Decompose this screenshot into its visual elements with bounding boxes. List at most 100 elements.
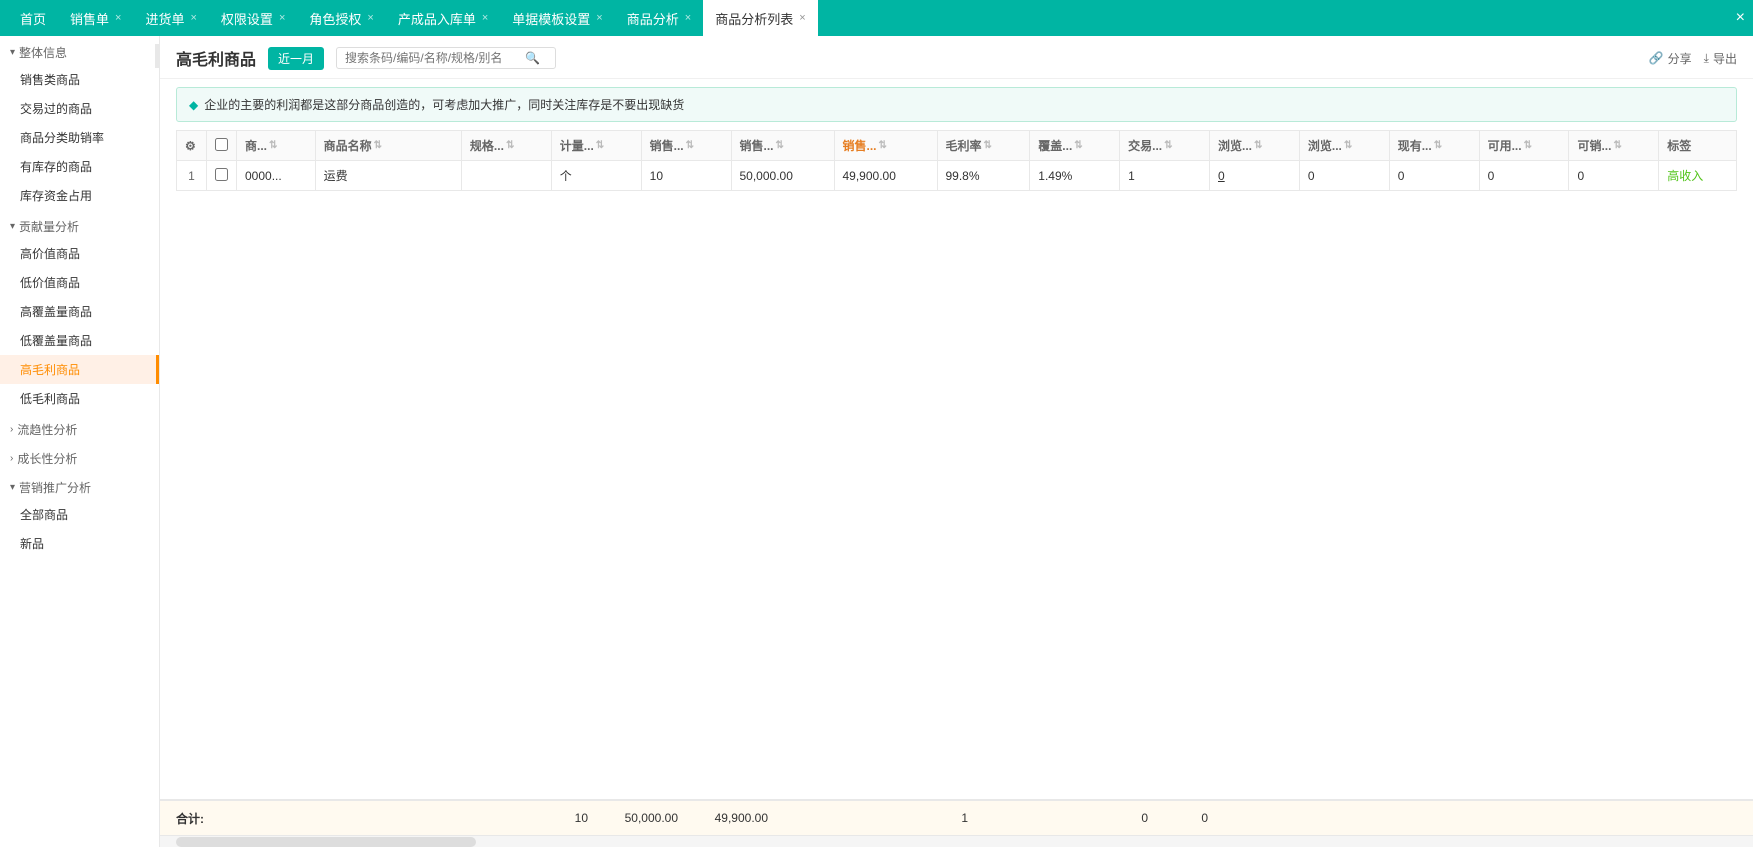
cell-code: 0000... [237,161,316,191]
sort-icon-sales-cost: ⇅ [879,140,887,151]
footer-total-row: 合计: 10 50,000.00 49,900.00 1 0 0 [160,799,1753,835]
sort-icon-spec: ⇅ [506,140,514,151]
settings-icon[interactable]: ⚙ [185,139,196,153]
sidebar-item-category-sales-rate[interactable]: 商品分类助销率 [0,123,159,152]
close-product-analysis[interactable]: × [685,12,691,24]
close-permission-settings[interactable]: × [279,12,285,24]
sidebar-item-new-goods[interactable]: 新品 [0,529,159,558]
sidebar-item-high-coverage[interactable]: 高覆盖量商品 [0,297,159,326]
nav-product-analysis-list[interactable]: 商品分析列表 × [703,0,817,36]
close-template-settings[interactable]: × [596,12,602,24]
footer-label: 合计: [176,810,256,827]
cell-transactions: 1 [1120,161,1210,191]
nav-role-auth[interactable]: 角色授权 × [297,0,385,36]
cell-coverage: 1.49% [1030,161,1120,191]
col-current-stock[interactable]: 现有... ⇅ [1389,131,1479,161]
col-settings[interactable]: ⚙ [177,131,207,161]
col-transactions[interactable]: 交易... ⇅ [1120,131,1210,161]
cell-available: 0 [1479,161,1569,191]
search-input[interactable] [345,51,525,65]
sidebar: « ▾ 整体信息 销售类商品 交易过的商品 商品分类助销率 有库存的商品 库存资… [0,36,160,847]
header-actions: 🔗 分享 ⤓ 导出 [1649,50,1737,67]
nav-template-settings[interactable]: 单据模板设置 × [500,0,614,36]
footer-views2 [1036,809,1096,827]
sidebar-item-low-coverage[interactable]: 低覆盖量商品 [0,326,159,355]
scrollbar-thumb[interactable] [176,837,476,847]
nav-permission-settings[interactable]: 权限设置 × [209,0,297,36]
sidebar-group-growth[interactable]: › 成长性分析 [0,442,159,471]
content-area: 高毛利商品 近一月 🔍 🔗 分享 ⤓ 导出 ◆ 企业的主要的利润都是这部分商品创… [160,36,1753,847]
close-role-auth[interactable]: × [367,12,373,24]
close-product-analysis-list[interactable]: × [799,12,805,24]
bottom-scrollbar[interactable] [160,835,1753,847]
col-checkbox[interactable] [207,131,237,161]
col-views2[interactable]: 浏览... ⇅ [1299,131,1389,161]
sort-icon-code: ⇅ [269,140,277,151]
sidebar-item-in-stock-goods[interactable]: 有库存的商品 [0,152,159,181]
search-icon[interactable]: 🔍 [525,51,540,65]
col-sales-qty[interactable]: 销售... ⇅ [641,131,731,161]
sidebar-group-trend[interactable]: › 流趋性分析 [0,413,159,442]
cell-tags: 高收入 [1659,161,1737,191]
sort-icon-transactions: ⇅ [1164,140,1172,151]
sidebar-toggle[interactable]: « [155,44,160,68]
col-spec[interactable]: 规格... ⇅ [461,131,551,161]
col-tags[interactable]: 标签 [1659,131,1737,161]
sidebar-item-low-margin[interactable]: 低毛利商品 [0,384,159,413]
cell-unit: 个 [551,161,641,191]
cell-sales-cost: 49,900.00 [834,161,937,191]
info-banner: ◆ 企业的主要的利润都是这部分商品创造的，可考虑加大推广，同时关注库存是不要出现… [176,87,1737,122]
close-product-inbound[interactable]: × [482,12,488,24]
sort-icon-gross-margin: ⇅ [984,140,992,151]
col-sales-amount[interactable]: 销售... ⇅ [731,131,834,161]
close-sales-order[interactable]: × [115,12,121,24]
cell-views1[interactable]: 0 [1210,161,1300,191]
col-sales-cost[interactable]: 销售... ⇅ [834,131,937,161]
col-views1[interactable]: 浏览... ⇅ [1210,131,1300,161]
col-sellable[interactable]: 可销... ⇅ [1569,131,1659,161]
page-title: 高毛利商品 [176,46,256,70]
col-unit[interactable]: 计量... ⇅ [551,131,641,161]
nav-home[interactable]: 首页 [8,0,58,36]
sort-icon-views1: ⇅ [1254,140,1262,151]
info-icon: ◆ [189,98,198,112]
top-navigation: 首页 销售单 × 进货单 × 权限设置 × 角色授权 × 产成品入库单 × 单据… [0,0,1753,36]
sort-icon-sales-amount: ⇅ [776,140,784,151]
close-purchase-order[interactable]: × [190,12,196,24]
export-button[interactable]: ⤓ 导出 [1704,50,1737,67]
select-all-checkbox[interactable] [215,138,228,151]
sidebar-item-high-margin[interactable]: 高毛利商品 [0,355,159,384]
sidebar-item-stock-capital[interactable]: 库存资金占用 [0,181,159,210]
col-name[interactable]: 商品名称 ⇅ [315,131,461,161]
sidebar-item-high-value[interactable]: 高价值商品 [0,239,159,268]
row-checkbox-cell[interactable] [207,161,237,191]
nav-product-analysis[interactable]: 商品分析 × [615,0,703,36]
share-button[interactable]: 🔗 分享 [1649,50,1692,67]
col-coverage[interactable]: 覆盖... ⇅ [1030,131,1120,161]
data-table: ⚙ 商... ⇅ 商品名称 [176,130,1737,191]
footer-sales-qty: 10 [536,809,596,827]
sidebar-item-sales-goods[interactable]: 销售类商品 [0,65,159,94]
sort-icon-unit: ⇅ [596,140,604,151]
sidebar-group-marketing[interactable]: ▾ 营销推广分析 [0,471,159,500]
col-gross-margin[interactable]: 毛利率 ⇅ [937,131,1030,161]
time-filter-button[interactable]: 近一月 [268,47,324,70]
col-available[interactable]: 可用... ⇅ [1479,131,1569,161]
search-box: 🔍 [336,47,556,69]
sort-icon-sales-qty: ⇅ [686,140,694,151]
window-close-button[interactable]: × [1736,9,1745,27]
sidebar-group-overall[interactable]: ▾ 整体信息 [0,36,159,65]
nav-purchase-order[interactable]: 进货单 × [133,0,208,36]
row-checkbox[interactable] [215,168,228,181]
sort-icon-name: ⇅ [374,140,382,151]
sidebar-item-all-goods[interactable]: 全部商品 [0,500,159,529]
sidebar-item-traded-goods[interactable]: 交易过的商品 [0,94,159,123]
footer-current-stock: 0 [1096,809,1156,827]
sidebar-item-low-value[interactable]: 低价值商品 [0,268,159,297]
nav-sales-order[interactable]: 销售单 × [58,0,133,36]
arrow-icon-growth: › [10,453,13,464]
cell-gross-margin: 99.8% [937,161,1030,191]
sidebar-group-contribution[interactable]: ▾ 贡献量分析 [0,210,159,239]
col-code[interactable]: 商... ⇅ [237,131,316,161]
nav-product-inbound[interactable]: 产成品入库单 × [386,0,500,36]
